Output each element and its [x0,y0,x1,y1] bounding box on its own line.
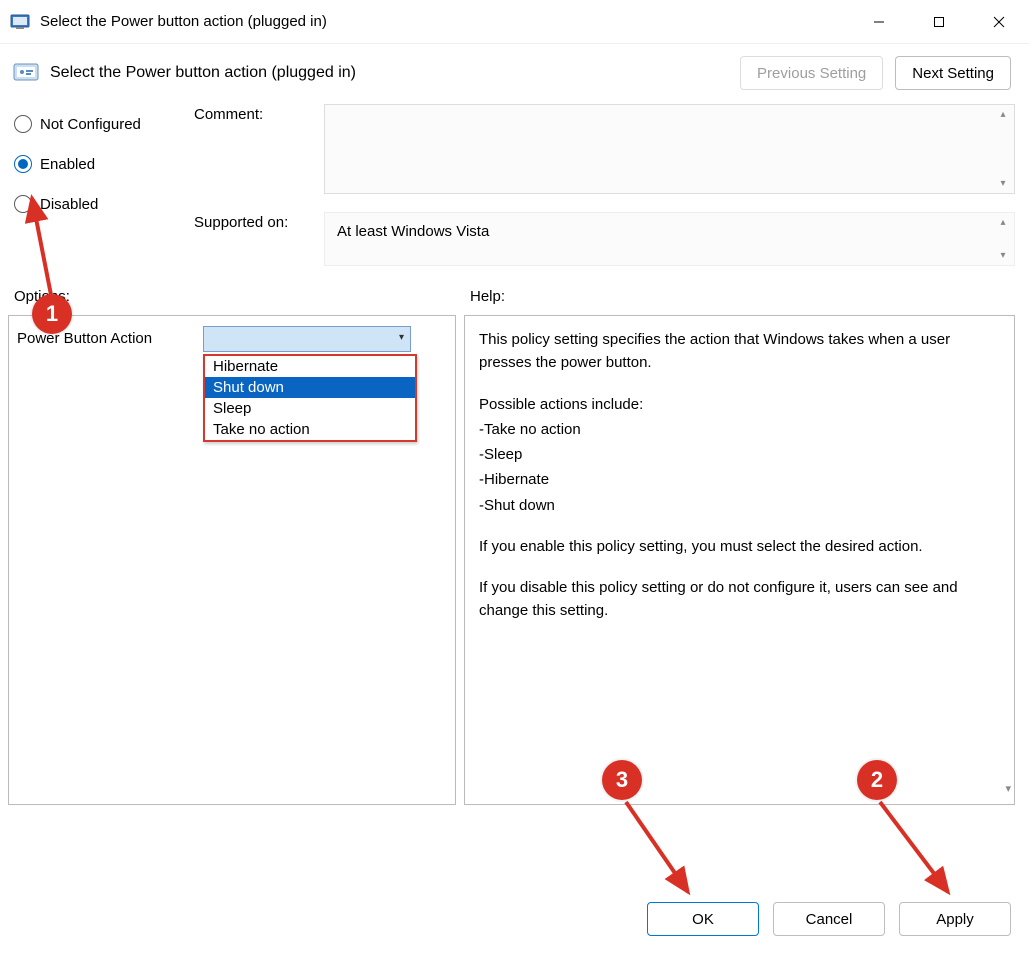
supported-on-value: At least Windows Vista [337,223,489,240]
power-button-action-combobox[interactable]: ▾ [203,326,411,352]
titlebar: Select the Power button action (plugged … [0,0,1029,44]
comment-textbox[interactable]: ▴▾ [324,104,1015,194]
policy-icon [12,59,40,87]
annotation-marker-3: 3 [602,760,642,800]
help-text: -Shut down [479,494,992,517]
annotation-marker-1: 1 [32,294,72,334]
radio-label: Enabled [40,156,95,173]
next-setting-button[interactable]: Next Setting [895,56,1011,90]
scrollbar-stub: ▴▾ [996,217,1010,261]
options-pane: Power Button Action ▾ Hibernate Shut dow… [8,315,456,805]
ok-button[interactable]: OK [647,902,759,936]
supported-on-label: Supported on: [194,212,324,266]
close-button[interactable] [969,0,1029,44]
annotation-marker-2: 2 [857,760,897,800]
radio-label: Disabled [40,196,98,213]
radio-indicator [14,155,32,173]
app-icon [10,12,30,32]
radio-indicator [14,115,32,133]
previous-setting-button[interactable]: Previous Setting [740,56,883,90]
cancel-button[interactable]: Cancel [773,902,885,936]
minimize-button[interactable] [849,0,909,44]
chevron-down-icon: ▾ [399,332,404,343]
help-pane: This policy setting specifies the action… [464,315,1015,805]
help-text: Possible actions include: [479,393,992,416]
help-text: -Hibernate [479,468,992,491]
annotation-arrow-2 [870,796,970,906]
dropdown-item-shut-down[interactable]: Shut down [205,377,415,398]
scrollbar-stub: ▴▾ [996,109,1010,189]
help-text: If you enable this policy setting, you m… [479,535,992,558]
dropdown-item-hibernate[interactable]: Hibernate [205,356,415,377]
supported-on-box: At least Windows Vista ▴▾ [324,212,1015,266]
help-text: -Take no action [479,418,992,441]
comment-label: Comment: [194,104,324,194]
scroll-down-icon: ▾ [1005,781,1011,798]
window-title: Select the Power button action (plugged … [40,13,327,30]
radio-not-configured[interactable]: Not Configured [14,104,194,144]
help-text: -Sleep [479,443,992,466]
dropdown-item-take-no-action[interactable]: Take no action [205,419,415,440]
radio-disabled[interactable]: Disabled [14,184,194,224]
apply-button[interactable]: Apply [899,902,1011,936]
power-button-action-dropdown: Hibernate Shut down Sleep Take no action [203,354,417,442]
options-section-label: Options: [14,288,470,305]
radio-label: Not Configured [40,116,141,133]
dialog-buttons: OK Cancel Apply [647,902,1011,936]
maximize-button[interactable] [909,0,969,44]
help-text: If you disable this policy setting or do… [479,576,992,623]
annotation-arrow-3 [616,796,716,906]
help-section-label: Help: [470,288,505,305]
radio-enabled[interactable]: Enabled [14,144,194,184]
policy-header: Select the Power button action (plugged … [0,44,1029,98]
state-radio-group: Not Configured Enabled Disabled [14,104,194,284]
policy-title: Select the Power button action (plugged … [50,64,356,82]
radio-indicator [14,195,32,213]
help-text: This policy setting specifies the action… [479,328,992,375]
dropdown-item-sleep[interactable]: Sleep [205,398,415,419]
